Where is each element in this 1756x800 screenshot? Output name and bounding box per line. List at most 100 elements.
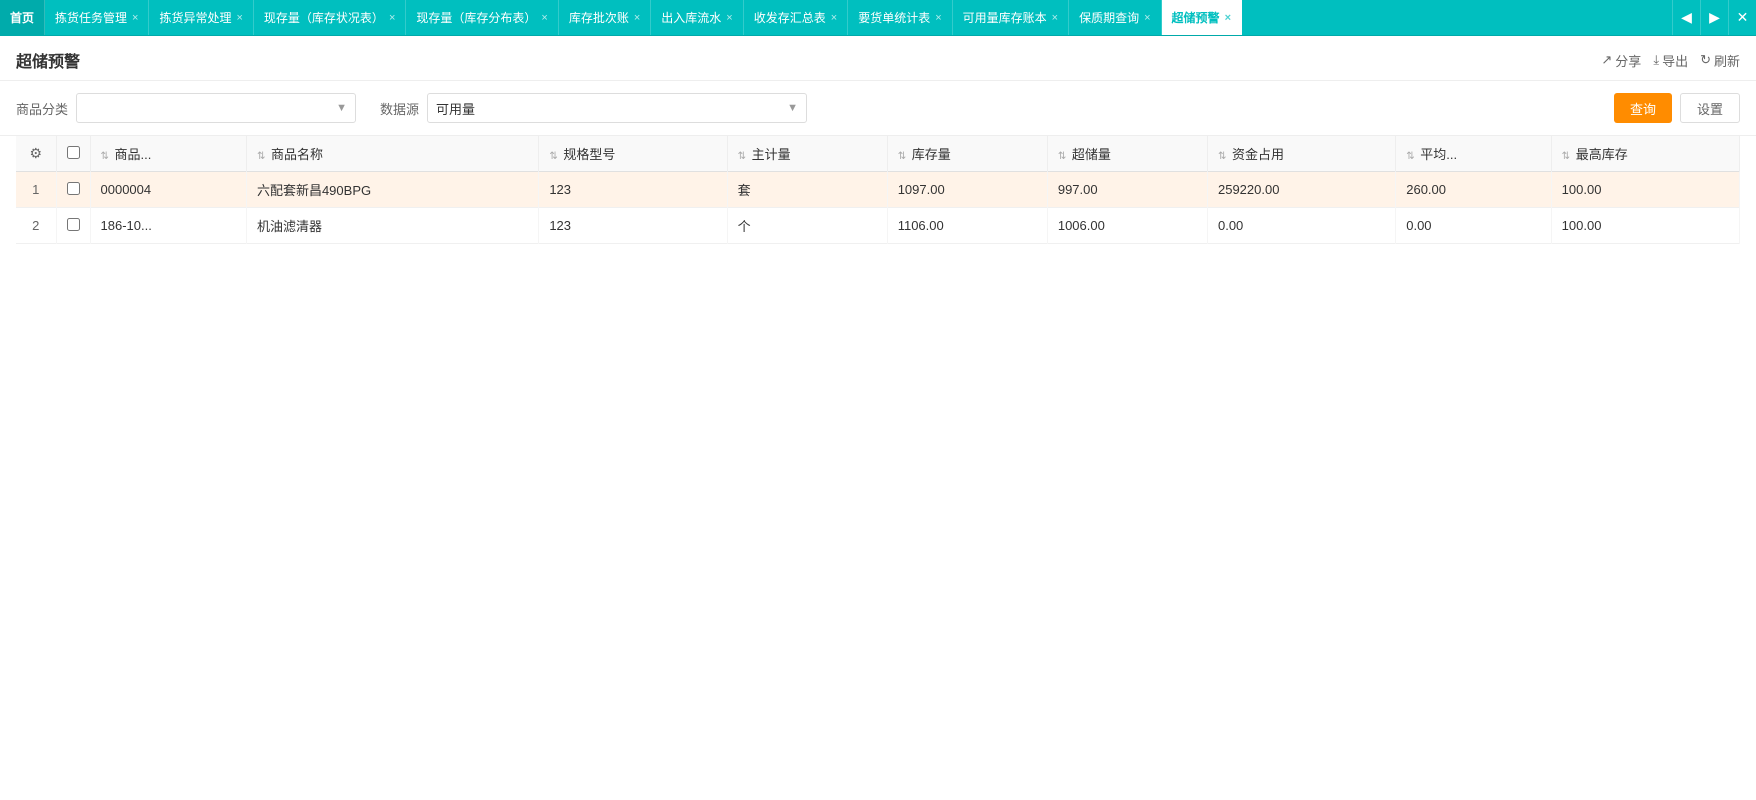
share-icon: ↗ [1601, 52, 1612, 68]
sort-icon: ⇅ [549, 151, 557, 162]
top-navigation: 首页 拣货任务管理 × 拣货异常处理 × 现存量（库存状况表） × 现存量（库存… [0, 0, 1756, 36]
nav-tab-keyongliang[interactable]: 可用量库存账本 × [953, 0, 1069, 36]
category-select[interactable]: ▼ [76, 93, 356, 123]
row-checkbox[interactable] [67, 182, 80, 195]
nav-tab-jianhuo[interactable]: 拣货任务管理 × [45, 0, 149, 36]
row-product-name: 六配套新昌490BPG [246, 172, 538, 208]
chevron-down-icon: ▼ [336, 102, 347, 114]
gear-icon[interactable]: ⚙ [29, 145, 42, 161]
col-stock-header[interactable]: ⇅ 库存量 [887, 136, 1047, 172]
tab-label: 现存量（库存状况表） [264, 9, 384, 26]
col-capital-header[interactable]: ⇅ 资金占用 [1207, 136, 1395, 172]
col-max-stock-header[interactable]: ⇅ 最高库存 [1551, 136, 1739, 172]
sort-icon: ⇅ [1562, 151, 1570, 162]
export-icon: ⤓ [1653, 52, 1659, 68]
row-unit: 套 [727, 172, 887, 208]
row-checkbox[interactable] [67, 218, 80, 231]
nav-tab-baozhiqi[interactable]: 保质期查询 × [1069, 0, 1161, 36]
table-header: ⚙ ⇅ 商品... ⇅ 商品名称 ⇅ 规格型号 [16, 136, 1740, 172]
tab-close-icon[interactable]: × [831, 12, 837, 24]
tab-label: 要货单统计表 [858, 9, 930, 26]
tab-close-icon[interactable]: × [236, 12, 242, 24]
row-overstock: 1006.00 [1047, 208, 1207, 244]
row-avg: 0.00 [1396, 208, 1551, 244]
home-label: 首页 [10, 9, 34, 26]
row-product-code: 0000004 [90, 172, 246, 208]
tab-close-icon[interactable]: × [1052, 12, 1058, 24]
row-max-stock: 100.00 [1551, 172, 1739, 208]
page-content: 超储预警 ↗ 分享 ⤓ 导出 ↻ 刷新 商品分类 ▼ 数据源 [0, 36, 1756, 800]
nav-arrow-close[interactable]: ✕ [1728, 0, 1756, 36]
row-checkbox-cell[interactable] [56, 208, 90, 244]
row-overstock: 997.00 [1047, 172, 1207, 208]
row-stock: 1106.00 [887, 208, 1047, 244]
share-button[interactable]: ↗ 分享 [1601, 51, 1641, 70]
row-checkbox-cell[interactable] [56, 172, 90, 208]
tab-label: 出入库流水 [661, 9, 721, 26]
tab-label: 可用量库存账本 [963, 9, 1047, 26]
tab-label: 保质期查询 [1079, 9, 1139, 26]
table-container: ⚙ ⇅ 商品... ⇅ 商品名称 ⇅ 规格型号 [0, 136, 1756, 244]
tab-close-icon[interactable]: × [935, 12, 941, 24]
row-index: 1 [16, 172, 56, 208]
refresh-icon: ↻ [1700, 52, 1711, 68]
col-product-name-header[interactable]: ⇅ 商品名称 [246, 136, 538, 172]
col-checkbox-header[interactable] [56, 136, 90, 172]
export-button[interactable]: ⤓ 导出 [1653, 51, 1688, 70]
col-spec-header[interactable]: ⇅ 规格型号 [539, 136, 727, 172]
tab-label: 拣货异常处理 [159, 9, 231, 26]
sort-icon: ⇅ [1406, 151, 1414, 162]
page-header: 超储预警 ↗ 分享 ⤓ 导出 ↻ 刷新 [0, 36, 1756, 81]
nav-tab-yaohuo[interactable]: 要货单统计表 × [848, 0, 952, 36]
datasource-label: 数据源 [380, 99, 419, 118]
nav-arrow-right[interactable]: ▶ [1700, 0, 1728, 36]
tab-label: 超储预警 [1172, 9, 1220, 26]
query-button[interactable]: 查询 [1614, 93, 1672, 123]
nav-tab-churu-liushui[interactable]: 出入库流水 × [651, 0, 743, 36]
refresh-button[interactable]: ↻ 刷新 [1700, 51, 1740, 70]
nav-tab-xiancunliang2[interactable]: 现存量（库存分布表） × [406, 0, 558, 36]
table-row: 1 0000004 六配套新昌490BPG 123 套 1097.00 997.… [16, 172, 1740, 208]
col-avg-header[interactable]: ⇅ 平均... [1396, 136, 1551, 172]
tab-close-icon[interactable]: × [541, 12, 547, 24]
nav-arrows-container: ◀ ▶ ✕ [1672, 0, 1756, 36]
datasource-filter: 数据源 可用量 ▼ [380, 93, 807, 123]
sort-icon: ⇅ [1058, 151, 1066, 162]
tab-close-icon[interactable]: × [634, 12, 640, 24]
nav-tab-shoufacun[interactable]: 收发存汇总表 × [744, 0, 848, 36]
tab-label: 拣货任务管理 [55, 9, 127, 26]
select-all-checkbox[interactable] [67, 146, 80, 159]
datasource-select[interactable]: 可用量 ▼ [427, 93, 807, 123]
row-max-stock: 100.00 [1551, 208, 1739, 244]
settings-button[interactable]: 设置 [1680, 93, 1740, 123]
row-index: 2 [16, 208, 56, 244]
row-capital: 0.00 [1207, 208, 1395, 244]
nav-arrow-left[interactable]: ◀ [1672, 0, 1700, 36]
nav-tab-xiancunliang1[interactable]: 现存量（库存状况表） × [254, 0, 406, 36]
filter-area: 商品分类 ▼ 数据源 可用量 ▼ 查询 设置 [0, 81, 1756, 136]
tab-label: 收发存汇总表 [754, 9, 826, 26]
col-gear-header[interactable]: ⚙ [16, 136, 56, 172]
nav-tab-kucun-pici[interactable]: 库存批次账 × [559, 0, 651, 36]
row-unit: 个 [727, 208, 887, 244]
nav-home[interactable]: 首页 [0, 0, 45, 36]
col-overstock-header[interactable]: ⇅ 超储量 [1047, 136, 1207, 172]
row-spec: 123 [539, 172, 727, 208]
col-product-code-header[interactable]: ⇅ 商品... [90, 136, 246, 172]
sort-icon: ⇅ [257, 151, 265, 162]
col-unit-header[interactable]: ⇅ 主计量 [727, 136, 887, 172]
page-actions: ↗ 分享 ⤓ 导出 ↻ 刷新 [1601, 51, 1740, 70]
nav-tab-jianhuo-yichang[interactable]: 拣货异常处理 × [149, 0, 253, 36]
category-label: 商品分类 [16, 99, 68, 118]
tab-close-icon[interactable]: × [389, 12, 395, 24]
tab-close-icon[interactable]: × [726, 12, 732, 24]
tab-close-icon[interactable]: × [1225, 12, 1231, 24]
page-title: 超储预警 [16, 48, 80, 72]
row-spec: 123 [539, 208, 727, 244]
nav-tab-chaochuyujing[interactable]: 超储预警 × [1162, 0, 1242, 36]
tab-label: 现存量（库存分布表） [416, 9, 536, 26]
category-filter: 商品分类 ▼ [16, 93, 356, 123]
tab-close-icon[interactable]: × [132, 12, 138, 24]
sort-icon: ⇅ [898, 151, 906, 162]
tab-close-icon[interactable]: × [1144, 12, 1150, 24]
